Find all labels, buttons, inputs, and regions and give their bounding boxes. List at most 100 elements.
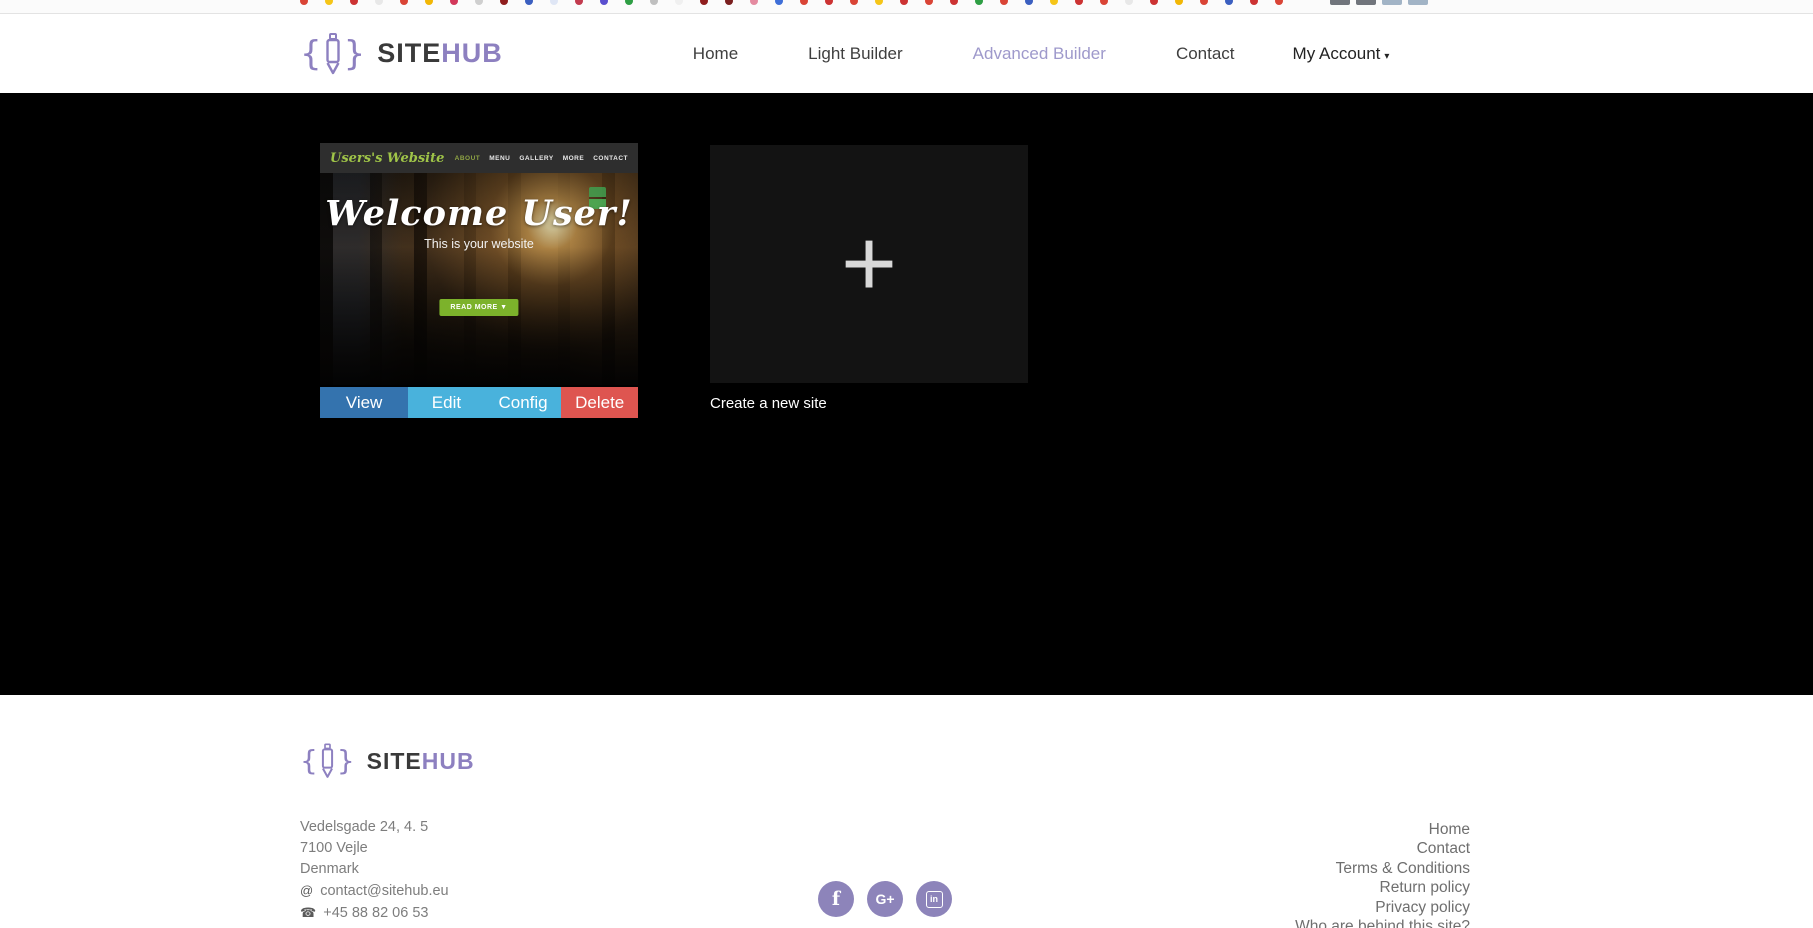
- tab-favicon-dot[interactable]: [375, 0, 383, 5]
- tab-favicon-dot[interactable]: [750, 0, 758, 5]
- footer-link[interactable]: Terms & Conditions: [1080, 859, 1470, 878]
- footer-email-line: @ contact@sitehub.eu: [300, 880, 690, 902]
- page: { } SITEHUB Home Light Builder Advanced …: [0, 0, 1813, 928]
- tab-favicon-dot[interactable]: [700, 0, 708, 5]
- browser-toolbar-button[interactable]: [1408, 0, 1428, 5]
- footer-address-block: Vedelsgade 24, 4. 5 7100 Vejle Denmark @ c…: [300, 817, 690, 928]
- tab-favicon-dot[interactable]: [575, 0, 583, 5]
- browser-toolbar-button[interactable]: [1356, 0, 1376, 5]
- logo-brace-left: {: [300, 744, 318, 777]
- preview-read-more-button: READ MORE ▼: [439, 299, 519, 316]
- tab-favicon-dot[interactable]: [1250, 0, 1258, 5]
- phone-icon: ☎: [300, 905, 317, 920]
- tab-favicon-dot[interactable]: [1075, 0, 1083, 5]
- config-button[interactable]: Config: [484, 387, 562, 418]
- delete-button[interactable]: Delete: [561, 387, 638, 418]
- plus-icon: +: [840, 210, 898, 317]
- preview-hero-subtitle: This is your website: [424, 237, 534, 251]
- preview-site-header: Users's Website ABOUT MENU GALLERY MORE CONT…: [320, 143, 638, 173]
- tab-favicon-dot[interactable]: [475, 0, 483, 5]
- linkedin-icon[interactable]: in: [916, 881, 952, 917]
- tab-favicon-dot[interactable]: [800, 0, 808, 5]
- preview-nav-item: MORE: [562, 154, 585, 162]
- tab-favicon-dot[interactable]: [1025, 0, 1033, 5]
- at-icon: @: [300, 883, 314, 898]
- google-plus-icon[interactable]: G+: [867, 881, 903, 917]
- tab-favicon-dot[interactable]: [775, 0, 783, 5]
- footer-social-block: f G+ in: [690, 817, 1080, 928]
- browser-toolbar-button[interactable]: [1382, 0, 1402, 5]
- tab-favicon-dot[interactable]: [950, 0, 958, 5]
- tab-favicon-dot[interactable]: [625, 0, 633, 5]
- tab-favicon-dot[interactable]: [1000, 0, 1008, 5]
- nav-contact[interactable]: Contact: [1176, 44, 1235, 64]
- tab-favicon-dot[interactable]: [1275, 0, 1283, 5]
- logo-brace-left: {: [300, 33, 322, 74]
- browser-tab-favicons: [300, 0, 1283, 5]
- footer-sitehub-logo[interactable]: { } SITEHUB: [300, 743, 1470, 779]
- tab-favicon-dot[interactable]: [400, 0, 408, 5]
- preview-hero-image: Welcome User! This is your website READ …: [320, 173, 638, 385]
- tab-favicon-dot[interactable]: [300, 0, 308, 5]
- my-account-dropdown[interactable]: My Account ▾: [1293, 44, 1390, 64]
- tab-favicon-dot[interactable]: [550, 0, 558, 5]
- footer-link[interactable]: Return policy: [1080, 878, 1470, 897]
- tab-favicon-dot[interactable]: [1200, 0, 1208, 5]
- tab-favicon-dot[interactable]: [600, 0, 608, 5]
- tab-favicon-dot[interactable]: [1100, 0, 1108, 5]
- logo-brace-right: }: [336, 744, 355, 777]
- nav-advanced-builder[interactable]: Advanced Builder: [973, 44, 1106, 64]
- nav-home[interactable]: Home: [693, 44, 738, 64]
- tab-favicon-dot[interactable]: [450, 0, 458, 5]
- tab-favicon-dot[interactable]: [1150, 0, 1158, 5]
- preview-site-nav: ABOUT MENU GALLERY MORE CONTACT: [455, 155, 628, 162]
- logo-brace-right: }: [343, 33, 366, 74]
- tab-favicon-dot[interactable]: [900, 0, 908, 5]
- tab-favicon-dot[interactable]: [825, 0, 833, 5]
- tab-favicon-dot[interactable]: [325, 0, 333, 5]
- address-line: Denmark: [300, 861, 359, 877]
- footer-links-block: Home Contact Terms & Conditions Return poli…: [1080, 817, 1470, 928]
- browser-toolbar-buttons: [1330, 0, 1428, 5]
- preview-nav-item: MENU: [489, 154, 511, 162]
- tab-favicon-dot[interactable]: [850, 0, 858, 5]
- tab-favicon-dot[interactable]: [525, 0, 533, 5]
- pencil-icon: [325, 32, 340, 74]
- logo-wordmark: SITEHUB: [377, 38, 503, 68]
- nav-light-builder[interactable]: Light Builder: [808, 44, 903, 64]
- user-site-card: Users's Website ABOUT MENU GALLERY MORE CONT…: [320, 143, 638, 418]
- site-footer: { } SITEHUB Vedelsgade 24, 4. 5 7100 Vejl…: [0, 695, 1813, 928]
- tab-favicon-dot[interactable]: [675, 0, 683, 5]
- facebook-icon[interactable]: f: [818, 881, 854, 917]
- tab-favicon-dot[interactable]: [500, 0, 508, 5]
- footer-link[interactable]: Contact: [1080, 839, 1470, 858]
- footer-link[interactable]: Privacy policy: [1080, 898, 1470, 917]
- create-site-box[interactable]: +: [710, 145, 1028, 383]
- tab-favicon-dot[interactable]: [1225, 0, 1233, 5]
- tab-favicon-dot[interactable]: [650, 0, 658, 5]
- preview-nav-item: CONTACT: [593, 154, 628, 162]
- tab-favicon-dot[interactable]: [1050, 0, 1058, 5]
- preview-hero-title: Welcome User!: [325, 193, 633, 234]
- browser-toolbar-button[interactable]: [1330, 0, 1350, 5]
- footer-link[interactable]: Who are behind this site?: [1080, 917, 1470, 928]
- view-button[interactable]: View: [320, 387, 409, 418]
- tab-favicon-dot[interactable]: [1125, 0, 1133, 5]
- tab-favicon-dot[interactable]: [425, 0, 433, 5]
- tab-favicon-dot[interactable]: [925, 0, 933, 5]
- footer-link[interactable]: Home: [1080, 820, 1470, 839]
- tab-favicon-dot[interactable]: [350, 0, 358, 5]
- tab-favicon-dot[interactable]: [725, 0, 733, 5]
- main-navigation: Home Light Builder Advanced Builder Cont…: [693, 44, 1235, 64]
- sitehub-logo[interactable]: { } SITEHUB: [300, 32, 503, 75]
- address-line: Vedelsgade 24, 4. 5: [300, 819, 429, 835]
- create-new-site-card[interactable]: + Create a new site: [710, 143, 1028, 418]
- footer-phone-line: ☎ +45 88 82 06 53: [300, 902, 690, 924]
- tab-favicon-dot[interactable]: [975, 0, 983, 5]
- tab-favicon-dot[interactable]: [1175, 0, 1183, 5]
- tab-favicon-dot[interactable]: [875, 0, 883, 5]
- pencil-icon: [321, 743, 333, 778]
- footer-phone: +45 88 82 06 53: [323, 905, 429, 921]
- edit-button[interactable]: Edit: [408, 387, 485, 418]
- preview-nav-item: GALLERY: [519, 154, 554, 162]
